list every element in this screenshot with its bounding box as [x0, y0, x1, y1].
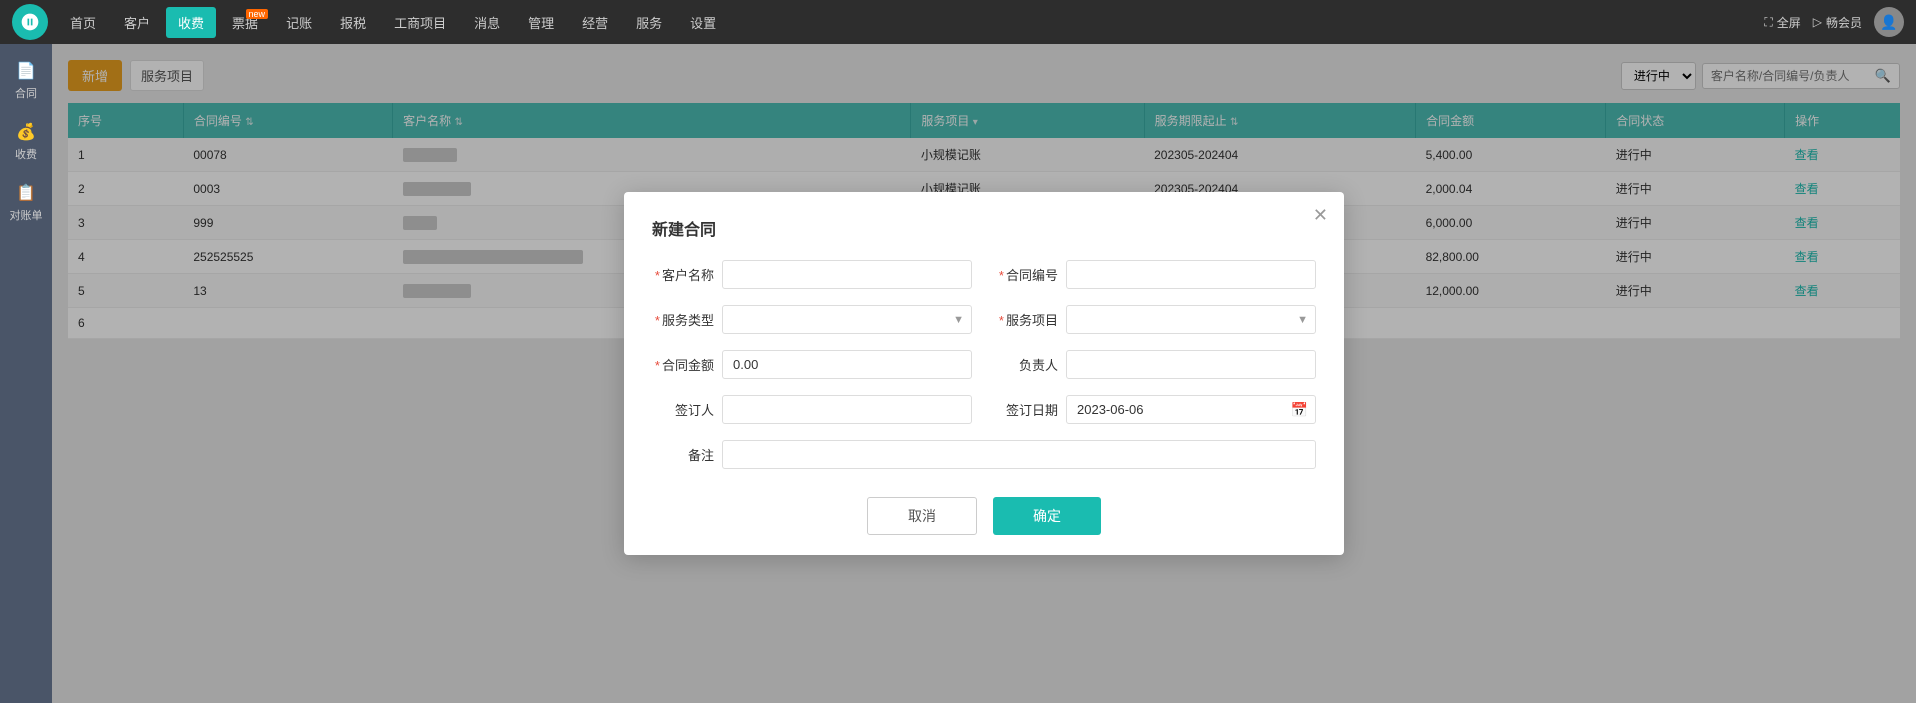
contract-no-input[interactable]: [1066, 260, 1316, 289]
service-type-wrapper: ▼: [722, 305, 972, 334]
date-wrapper: 📅: [1066, 395, 1316, 424]
required-star4: *: [999, 313, 1004, 328]
service-item-select[interactable]: [1066, 305, 1316, 334]
fullscreen-icon: ⛶: [1764, 15, 1772, 30]
form-row-service-item: *服务项目 ▼: [996, 305, 1316, 334]
sidebar: 📄 合同 💰 收费 📋 对账单: [0, 44, 52, 703]
notes-input[interactable]: [722, 440, 1316, 469]
form-row-customer-name: *客户名称: [652, 260, 972, 289]
form-row-sign-date: 签订日期 📅: [996, 395, 1316, 424]
required-star2: *: [999, 268, 1004, 283]
required-star: *: [655, 268, 660, 283]
statement-icon: 📋: [15, 182, 37, 204]
sidebar-item-receivable[interactable]: 💰 收费: [2, 113, 50, 170]
nav-items: 首页 客户 收费 票据 new 记账 报税 工商项目 消息 管理 经营 服务 设…: [58, 7, 1764, 38]
calendar-icon[interactable]: 📅: [1291, 401, 1308, 418]
form-grid: *客户名称 *合同编号 *服务类型: [652, 260, 1316, 469]
nav-service[interactable]: 服务: [624, 7, 674, 38]
nav-receivable[interactable]: 收费: [166, 7, 216, 38]
nav-tax[interactable]: 报税: [328, 7, 378, 38]
nav-operation[interactable]: 经营: [570, 7, 620, 38]
responsible-input[interactable]: [1066, 350, 1316, 379]
sign-date-input[interactable]: [1066, 395, 1316, 424]
contract-no-label: *合同编号: [996, 265, 1058, 284]
customer-name-input[interactable]: [722, 260, 972, 289]
play-icon: ▷: [1813, 15, 1822, 29]
service-item-label: *服务项目: [996, 310, 1058, 329]
top-navigation: 首页 客户 收费 票据 new 记账 报税 工商项目 消息 管理 经营 服务 设…: [0, 0, 1916, 44]
nav-right: ⛶ 全屏 ▷ 畅会员 👤: [1764, 7, 1904, 37]
required-star3: *: [655, 313, 660, 328]
signer-input[interactable]: [722, 395, 972, 424]
app-logo[interactable]: [12, 4, 48, 40]
main-content: 新增 服务项目 进行中 已完成 已终止 🔍 序号 合同: [52, 44, 1916, 703]
amount-input[interactable]: [722, 350, 972, 379]
amount-label: *合同金额: [652, 355, 714, 374]
signer-label: 签订人: [652, 400, 714, 419]
new-contract-modal: 新建合同 ✕ *客户名称 *合同编号: [624, 192, 1344, 555]
contract-icon: 📄: [15, 60, 37, 82]
nav-home[interactable]: 首页: [58, 7, 108, 38]
nav-settings[interactable]: 设置: [678, 7, 728, 38]
service-item-wrapper: ▼: [1066, 305, 1316, 334]
customer-name-label: *客户名称: [652, 265, 714, 284]
sign-date-label: 签订日期: [996, 400, 1058, 419]
modal-title: 新建合同: [652, 216, 1316, 240]
service-type-select[interactable]: [722, 305, 972, 334]
main-layout: 📄 合同 💰 收费 📋 对账单 新增 服务项目 进行中 已完成 已终止: [0, 44, 1916, 703]
confirm-button[interactable]: 确定: [993, 497, 1101, 535]
cancel-button[interactable]: 取消: [867, 497, 977, 535]
sidebar-item-statement[interactable]: 📋 对账单: [2, 174, 50, 231]
form-row-signer: 签订人: [652, 395, 972, 424]
user-avatar[interactable]: 👤: [1874, 7, 1904, 37]
receivable-icon: 💰: [15, 121, 37, 143]
modal-footer: 取消 确定: [652, 497, 1316, 535]
fullscreen-button[interactable]: ⛶ 全屏: [1764, 14, 1800, 31]
nav-message[interactable]: 消息: [462, 7, 512, 38]
service-type-label: *服务类型: [652, 310, 714, 329]
form-row-responsible: 负责人: [996, 350, 1316, 379]
form-row-service-type: *服务类型 ▼: [652, 305, 972, 334]
required-star5: *: [655, 358, 660, 373]
nav-customer[interactable]: 客户: [112, 7, 162, 38]
modal-overlay: 新建合同 ✕ *客户名称 *合同编号: [52, 44, 1916, 703]
new-badge: new: [246, 9, 269, 19]
nav-business[interactable]: 工商项目: [382, 7, 458, 38]
notes-label: 备注: [652, 445, 714, 464]
nav-manage[interactable]: 管理: [516, 7, 566, 38]
nav-bookkeeping[interactable]: 记账: [274, 7, 324, 38]
form-row-notes: 备注: [652, 440, 1316, 469]
form-row-contract-no: *合同编号: [996, 260, 1316, 289]
nav-invoice[interactable]: 票据 new: [220, 7, 270, 38]
responsible-label: 负责人: [996, 355, 1058, 374]
sidebar-item-contract[interactable]: 📄 合同: [2, 52, 50, 109]
modal-close-button[interactable]: ✕: [1313, 206, 1328, 224]
member-button[interactable]: ▷ 畅会员: [1813, 14, 1862, 31]
form-row-amount: *合同金额: [652, 350, 972, 379]
